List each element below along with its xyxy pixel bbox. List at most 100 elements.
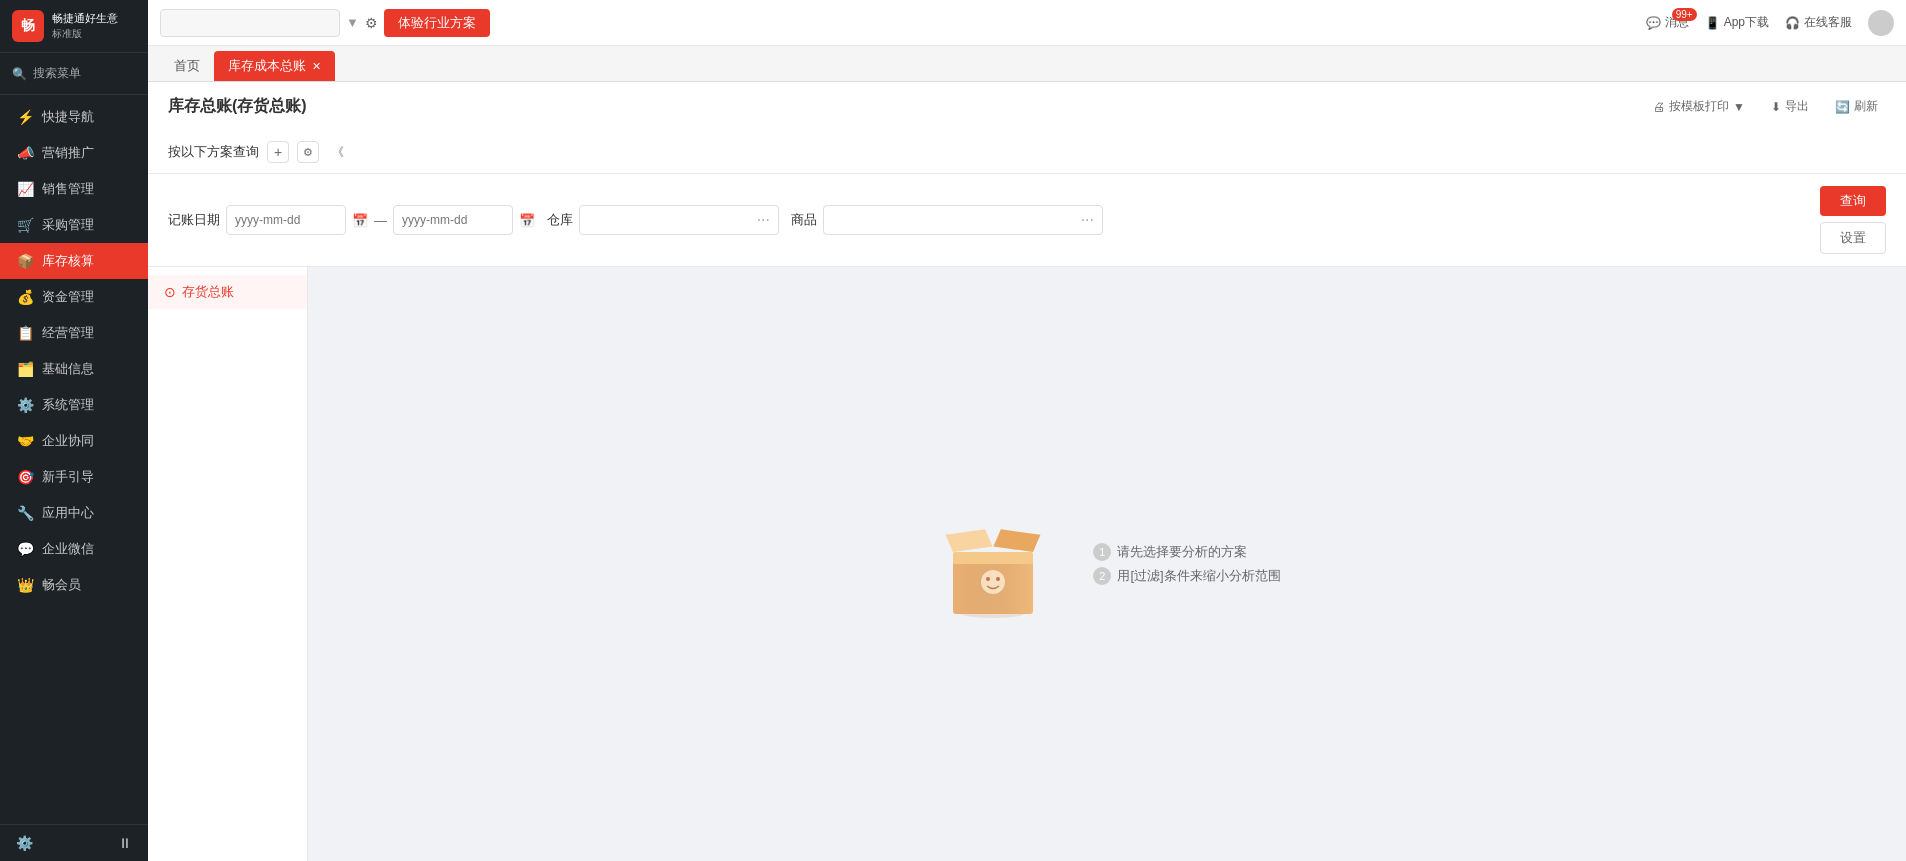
weixin-label: 企业微信 xyxy=(42,540,94,558)
empty-state: 1 请先选择要分析的方案 2 用[过滤]条件来缩小分析范围 xyxy=(308,267,1906,861)
page-title-row: 库存总账(存货总账) 🖨 按模板打印 ▼ ⬇ 导出 🔄 刷新 xyxy=(168,94,1886,119)
xinshou-label: 新手引导 xyxy=(42,468,94,486)
sidebar-item-kucun[interactable]: 📦 库存核算 xyxy=(0,243,148,279)
page-title: 库存总账(存货总账) xyxy=(168,96,307,117)
filter-row: 按以下方案查询 + ⚙ 《 xyxy=(168,131,1886,173)
sidebar-item-caigou[interactable]: 🛒 采购管理 xyxy=(0,207,148,243)
scheme-item-cunhuo[interactable]: ⊙ 存货总账 xyxy=(148,275,307,309)
date-label: 记账日期 xyxy=(168,211,220,229)
sidebar-item-yingyong[interactable]: 🔧 应用中心 xyxy=(0,495,148,531)
message-btn[interactable]: 💬 消息 99+ xyxy=(1646,14,1689,31)
search-icon: 🔍 xyxy=(12,67,27,81)
settings-gear-icon[interactable]: ⚙ xyxy=(365,15,378,31)
product-more-icon[interactable]: ··· xyxy=(1081,211,1094,229)
message-badge: 99+ xyxy=(1672,8,1697,21)
sidebar-item-jichu[interactable]: 🗂️ 基础信息 xyxy=(0,351,148,387)
xiaoshou-label: 销售管理 xyxy=(42,180,94,198)
zijin-label: 资金管理 xyxy=(42,288,94,306)
jichu-label: 基础信息 xyxy=(42,360,94,378)
query-btn[interactable]: 查询 xyxy=(1820,186,1886,216)
hint2-text: 用[过滤]条件来缩小分析范围 xyxy=(1117,567,1280,585)
scheme-icon: ⊙ xyxy=(164,284,176,300)
sidebar-item-xiaoshou[interactable]: 📈 销售管理 xyxy=(0,171,148,207)
hint-1: 1 请先选择要分析的方案 xyxy=(1093,543,1280,561)
topbar: ▼ ⚙ 体验行业方案 💬 消息 99+ 📱 App下载 🎧 在线客服 xyxy=(148,0,1906,46)
product-filter-group: 商品 ··· xyxy=(791,205,1103,235)
refresh-btn[interactable]: 🔄 刷新 xyxy=(1827,94,1886,119)
filter-settings-btn[interactable]: ⚙ xyxy=(297,141,319,163)
page-actions: 🖨 按模板打印 ▼ ⬇ 导出 🔄 刷新 xyxy=(1645,94,1886,119)
topbar-search-input[interactable] xyxy=(160,9,340,37)
tabbar: 首页 库存成本总账 ✕ xyxy=(148,46,1906,82)
collapse-icon[interactable]: ⏸ xyxy=(118,835,132,851)
kuaijie-label: 快捷导航 xyxy=(42,108,94,126)
logo-icon: 畅 xyxy=(12,10,44,42)
page-header: 库存总账(存货总账) 🖨 按模板打印 ▼ ⬇ 导出 🔄 刷新 xyxy=(148,82,1906,174)
product-label: 商品 xyxy=(791,211,817,229)
sidebar-item-xinshou[interactable]: 🎯 新手引导 xyxy=(0,459,148,495)
print-chevron-icon[interactable]: ▼ xyxy=(1733,100,1745,114)
filter-label: 按以下方案查询 xyxy=(168,143,259,161)
settings-icon[interactable]: ⚙️ xyxy=(16,835,33,851)
warehouse-select[interactable]: ··· xyxy=(579,205,779,235)
xinshou-icon: 🎯 xyxy=(16,469,34,485)
xitong-icon: ⚙️ xyxy=(16,397,34,413)
sidebar-search-area[interactable]: 🔍 搜索菜单 xyxy=(0,53,148,95)
sidebar-item-qiye[interactable]: 🤝 企业协同 xyxy=(0,423,148,459)
yingyong-label: 应用中心 xyxy=(42,504,94,522)
hint1-text: 请先选择要分析的方案 xyxy=(1117,543,1247,561)
sidebar-item-weixin[interactable]: 💬 企业微信 xyxy=(0,531,148,567)
industry-btn[interactable]: 体验行业方案 xyxy=(384,9,490,37)
date-end-input[interactable] xyxy=(393,205,513,235)
sidebar-item-huiyuan[interactable]: 👑 畅会员 xyxy=(0,567,148,603)
empty-illustration xyxy=(933,504,1053,624)
sidebar-item-yingxiao[interactable]: 📣 营销推广 xyxy=(0,135,148,171)
weixin-icon: 💬 xyxy=(16,541,34,557)
calendar-start-icon[interactable]: 📅 xyxy=(352,213,368,228)
product-select[interactable]: ··· xyxy=(823,205,1103,235)
warehouse-more-icon[interactable]: ··· xyxy=(757,211,770,229)
filter-add-btn[interactable]: + xyxy=(267,141,289,163)
kucun-label: 库存核算 xyxy=(42,252,94,270)
logo-text-block: 畅捷通好生意 标准版 xyxy=(52,11,118,40)
svg-point-7 xyxy=(986,577,990,581)
empty-hints: 1 请先选择要分析的方案 2 用[过滤]条件来缩小分析范围 xyxy=(1093,537,1280,591)
step2-icon: 2 xyxy=(1093,567,1111,585)
sidebar-footer: ⚙️ ⏸ xyxy=(0,824,148,861)
tab-home-label: 首页 xyxy=(174,57,200,75)
phone-icon: 📱 xyxy=(1705,16,1720,30)
scheme-label: 存货总账 xyxy=(182,283,234,301)
online-service-btn[interactable]: 🎧 在线客服 xyxy=(1785,14,1852,31)
sidebar-nav: ⚡ 快捷导航 📣 营销推广 📈 销售管理 🛒 采购管理 📦 库存核算 💰 资金管… xyxy=(0,95,148,824)
step1-icon: 1 xyxy=(1093,543,1111,561)
sidebar-item-kuaijie[interactable]: ⚡ 快捷导航 xyxy=(0,99,148,135)
filter-collapse-btn[interactable]: 《 xyxy=(327,141,349,163)
main-area: ▼ ⚙ 体验行业方案 💬 消息 99+ 📱 App下载 🎧 在线客服 首页 xyxy=(148,0,1906,861)
tab-kucun-zhangmu[interactable]: 库存成本总账 ✕ xyxy=(214,51,335,81)
export-btn[interactable]: ⬇ 导出 xyxy=(1763,94,1817,119)
chevron-down-icon[interactable]: ▼ xyxy=(346,15,359,30)
export-label: 导出 xyxy=(1785,98,1809,115)
svg-marker-4 xyxy=(946,529,993,553)
sidebar-item-zijin[interactable]: 💰 资金管理 xyxy=(0,279,148,315)
svg-point-6 xyxy=(981,570,1005,594)
sidebar-item-xitong[interactable]: ⚙️ 系统管理 xyxy=(0,387,148,423)
xiaoshou-icon: 📈 xyxy=(16,181,34,197)
tab-close-icon[interactable]: ✕ xyxy=(312,60,321,73)
search-menu-btn[interactable]: 🔍 搜索菜单 xyxy=(12,61,136,86)
user-avatar[interactable] xyxy=(1868,10,1894,36)
export-icon: ⬇ xyxy=(1771,100,1781,114)
date-start-input[interactable] xyxy=(226,205,346,235)
tab-home[interactable]: 首页 xyxy=(160,51,214,81)
app-download-btn[interactable]: 📱 App下载 xyxy=(1705,14,1769,31)
jingying-label: 经营管理 xyxy=(42,324,94,342)
filter-section: 记账日期 📅 — 📅 仓库 ··· 商品 ··· xyxy=(148,174,1906,267)
print-icon: 🖨 xyxy=(1653,100,1665,114)
date-filter-group: 记账日期 📅 — 📅 xyxy=(168,205,535,235)
print-btn[interactable]: 🖨 按模板打印 ▼ xyxy=(1645,94,1753,119)
settings-btn[interactable]: 设置 xyxy=(1820,222,1886,254)
sidebar-item-jingying[interactable]: 📋 经营管理 xyxy=(0,315,148,351)
app-badge: 标准版 xyxy=(52,27,118,41)
calendar-end-icon[interactable]: 📅 xyxy=(519,213,535,228)
box-svg xyxy=(933,504,1053,624)
